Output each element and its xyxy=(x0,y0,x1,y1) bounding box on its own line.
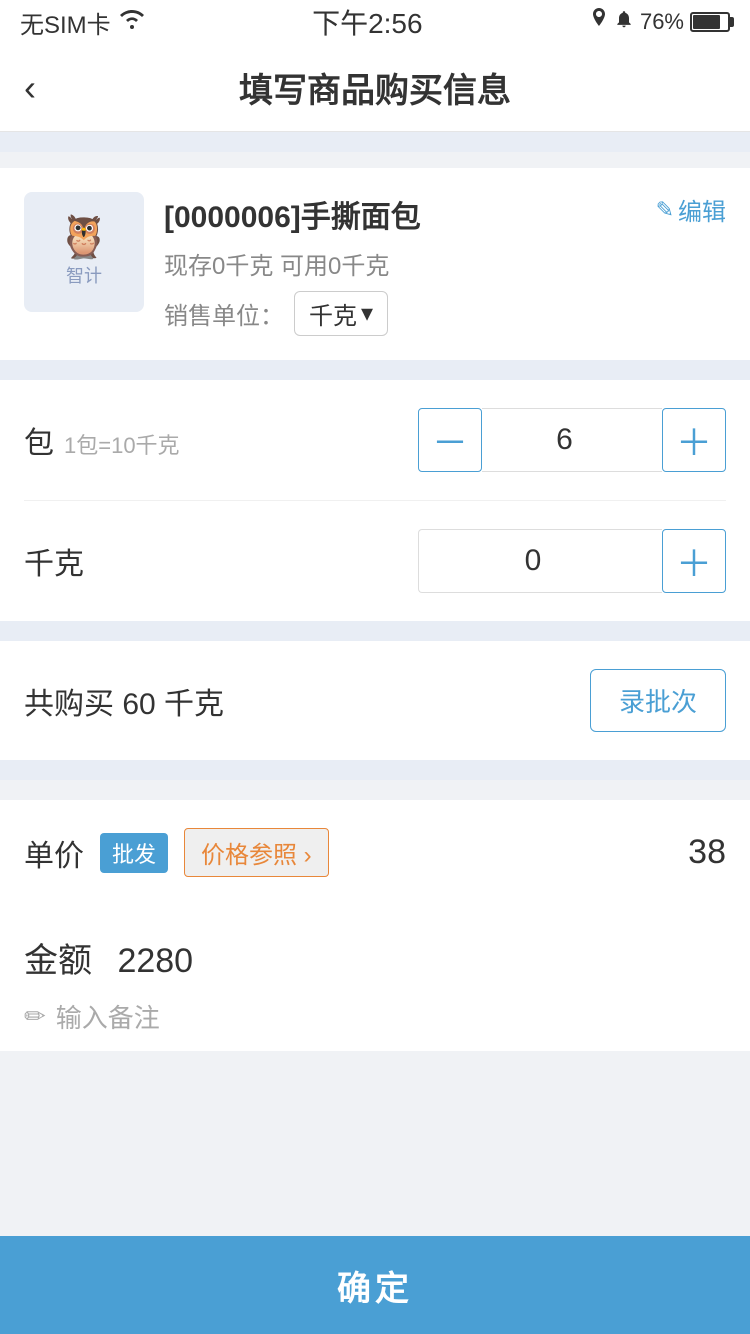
alarm-icon xyxy=(614,8,634,36)
top-divider xyxy=(0,132,750,152)
batch-button[interactable]: 录批次 xyxy=(590,669,726,732)
summary-section: 共购买 60 千克 录批次 xyxy=(0,641,750,760)
product-info: [0000006]手撕面包 现存0千克 可用0千克 销售单位： 千克 ▾ xyxy=(164,192,726,336)
carrier-label: 无SIM卡 xyxy=(20,5,111,40)
bag-qty-control: － ＋ xyxy=(418,408,726,472)
product-card: 🦉 智计 [0000006]手撕面包 现存0千克 可用0千克 销售单位： 千克 … xyxy=(0,168,750,360)
nav-bar: ‹ 填写商品购买信息 xyxy=(0,44,750,132)
bag-hint: 1包=10千克 xyxy=(64,428,180,460)
amount-row: 金额 2280 xyxy=(24,933,726,982)
mid-divider-2 xyxy=(0,621,750,641)
bag-minus-button[interactable]: － xyxy=(418,408,482,472)
remark-placeholder: 输入备注 xyxy=(56,998,160,1035)
summary-text: 共购买 60 千克 xyxy=(24,679,224,723)
status-time: 下午2:56 xyxy=(312,2,423,42)
location-icon xyxy=(590,8,608,36)
status-bar: 无SIM卡 下午2:56 76% xyxy=(0,0,750,44)
product-logo-label: 智计 xyxy=(66,262,102,288)
mid-divider-3 xyxy=(0,760,750,780)
kg-qty-control: ＋ xyxy=(418,529,726,593)
bag-qty-input[interactable] xyxy=(482,408,662,472)
kg-qty-input[interactable] xyxy=(418,529,662,593)
amount-section: 金额 2280 ✏ 输入备注 xyxy=(0,905,750,1051)
unit-label: 销售单位： xyxy=(164,296,284,331)
remark-row[interactable]: ✏ 输入备注 xyxy=(24,998,726,1035)
product-logo-icon: 🦉 xyxy=(58,216,110,258)
chevron-down-icon: ▾ xyxy=(361,299,373,328)
product-stock: 现存0千克 可用0千克 xyxy=(164,246,726,281)
price-ref-button[interactable]: 价格参照 › xyxy=(184,828,329,877)
bag-plus-button[interactable]: ＋ xyxy=(662,408,726,472)
product-thumbnail: 🦉 智计 xyxy=(24,192,144,312)
back-button[interactable]: ‹ xyxy=(24,67,36,109)
edit-button[interactable]: ✎ 编辑 xyxy=(656,192,726,227)
kg-plus-button[interactable]: ＋ xyxy=(662,529,726,593)
bag-quantity-row: 包 1包=10千克 － ＋ xyxy=(24,380,726,501)
page-title: 填写商品购买信息 xyxy=(239,63,511,112)
bag-label: 包 1包=10千克 xyxy=(24,418,180,462)
confirm-label: 确定 xyxy=(337,1261,413,1310)
pencil-icon: ✏ xyxy=(24,1001,46,1032)
confirm-button[interactable]: 确定 xyxy=(0,1236,750,1334)
battery-icon xyxy=(690,12,730,32)
edit-icon: ✎ xyxy=(656,197,674,223)
status-right: 76% xyxy=(590,8,730,36)
wifi-icon xyxy=(119,8,145,36)
price-section: 单价 批发 价格参照 › 38 xyxy=(0,800,750,905)
mid-divider-1 xyxy=(0,360,750,380)
price-tag: 批发 xyxy=(100,833,168,873)
product-name: [0000006]手撕面包 xyxy=(164,192,726,236)
kg-label: 千克 xyxy=(24,539,84,583)
product-unit-row: 销售单位： 千克 ▾ xyxy=(164,291,726,336)
quantity-section: 包 1包=10千克 － ＋ 千克 ＋ xyxy=(0,380,750,621)
price-label: 单价 xyxy=(24,831,84,875)
status-left: 无SIM卡 xyxy=(20,5,145,40)
price-value: 38 xyxy=(688,833,726,872)
amount-value: 2280 xyxy=(108,942,193,980)
kg-quantity-row: 千克 ＋ xyxy=(24,501,726,621)
battery-percentage: 76% xyxy=(640,9,684,35)
unit-select[interactable]: 千克 ▾ xyxy=(294,291,388,336)
